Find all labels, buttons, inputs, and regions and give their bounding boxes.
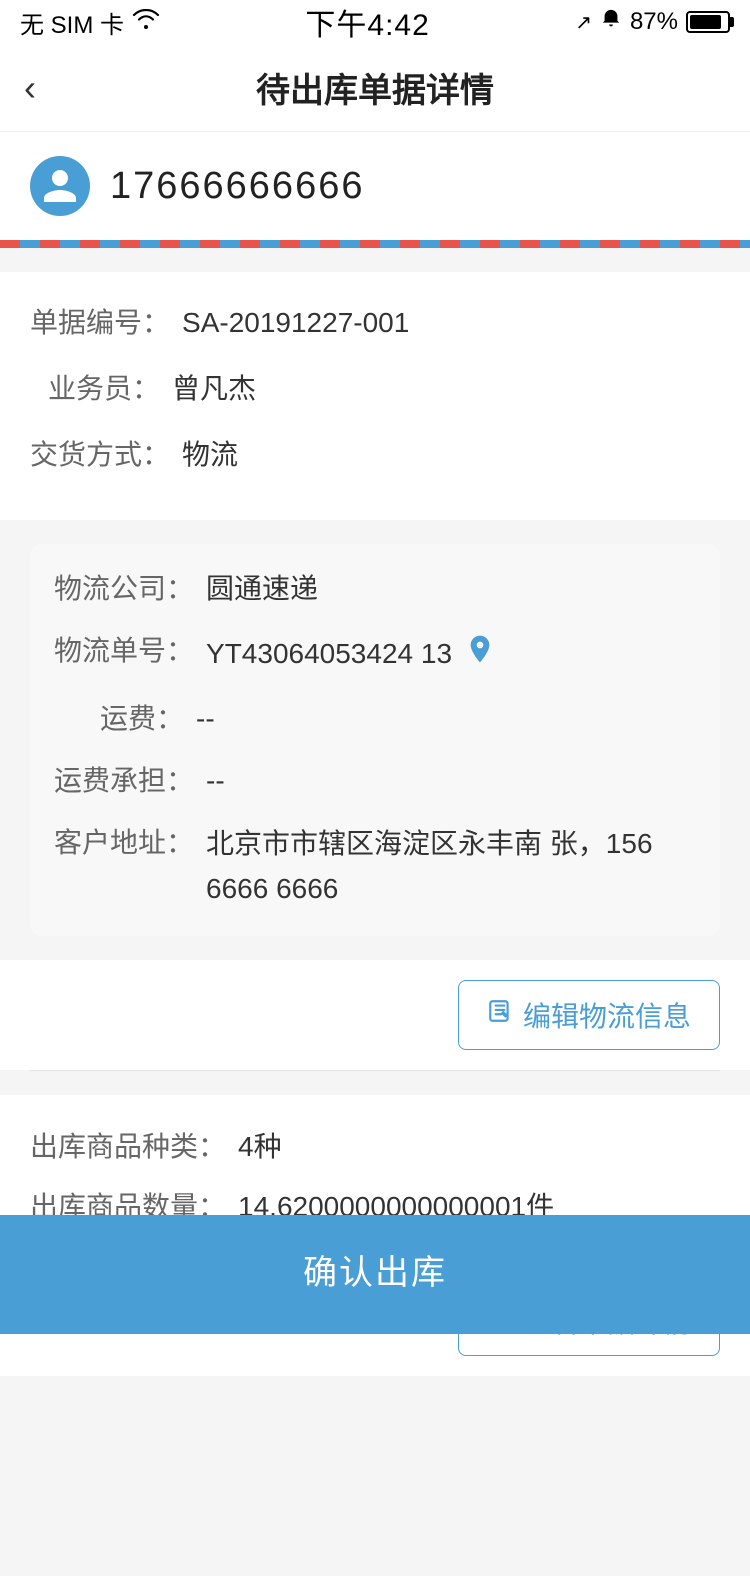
status-bar-left: 无 SIM 卡 (20, 5, 160, 40)
freight-bearer-value: -- (194, 760, 696, 802)
logistics-company-row: 物流公司： 圆通速递 (54, 568, 696, 610)
wifi-icon (132, 9, 160, 35)
order-no-row: 单据编号： SA-20191227-001 (30, 302, 720, 344)
salesman-label: 业务员： (30, 368, 160, 410)
status-bar-right: ↗ 87% (575, 8, 730, 37)
goods-type-row: 出库商品种类： 4种 (30, 1125, 720, 1165)
order-no-value: SA-20191227-001 (170, 302, 720, 344)
delivery-value: 物流 (170, 434, 720, 476)
status-bar: 无 SIM 卡 下午4:42 ↗ 87% (0, 0, 750, 44)
user-section: 17666666666 (0, 132, 750, 240)
alarm-icon (600, 8, 622, 37)
tracking-no-label: 物流单号： (54, 630, 194, 672)
back-button[interactable]: ‹ (24, 67, 36, 109)
avatar (30, 156, 90, 216)
goods-type-value: 4种 (226, 1125, 282, 1165)
tracking-no-text: YT43064053424 13 (206, 633, 452, 675)
logistics-company-value: 圆通速递 (194, 568, 696, 610)
dashed-divider (0, 240, 750, 248)
battery-text: 87% (630, 8, 678, 36)
freight-text: -- (196, 698, 215, 740)
freight-bearer-row: 运费承担： -- (54, 760, 696, 802)
address-row: 客户地址： 北京市市辖区海淀区永丰南 张，156 6666 6666 (54, 822, 696, 912)
location-arrow-icon: ↗ (575, 10, 592, 35)
tracking-no-row: 物流单号： YT43064053424 13 (54, 630, 696, 678)
freight-row: 运费： -- (54, 698, 696, 740)
edit-btn-row: 编辑物流信息 (0, 960, 750, 1070)
battery-fill (690, 15, 721, 29)
location-pin-icon[interactable] (464, 630, 496, 678)
battery-icon (686, 11, 730, 33)
goods-type-label: 出库商品种类： (30, 1125, 226, 1165)
confirm-outbound-button[interactable]: 确认出库 (0, 1235, 750, 1304)
edit-icon (487, 998, 513, 1031)
delivery-row: 交货方式： 物流 (30, 434, 720, 476)
carrier-text: 无 SIM 卡 (20, 5, 124, 40)
freight-value: -- (184, 698, 696, 740)
order-info-section: 单据编号： SA-20191227-001 业务员： 曾凡杰 交货方式： 物流 (0, 272, 750, 520)
address-value: 北京市市辖区海淀区永丰南 张，156 6666 6666 (194, 822, 696, 912)
logistics-company-label: 物流公司： (54, 568, 194, 610)
salesman-value: 曾凡杰 (160, 368, 720, 410)
page-title: 待出库单据详情 (256, 63, 494, 112)
user-icon (40, 166, 80, 206)
freight-bearer-label: 运费承担： (54, 760, 194, 802)
time-display: 下午4:42 (305, 0, 429, 44)
order-no-label: 单据编号： (30, 302, 170, 344)
edit-logistics-label: 编辑物流信息 (523, 995, 691, 1035)
address-label: 客户地址： (54, 822, 194, 864)
logistics-card: 物流公司： 圆通速递 物流单号： YT43064053424 13 运费： --… (30, 544, 720, 936)
address-text: 北京市市辖区海淀区永丰南 张，156 6666 6666 (206, 822, 696, 912)
salesman-row: 业务员： 曾凡杰 (30, 368, 720, 410)
nav-bar: ‹ 待出库单据详情 (0, 44, 750, 132)
section-divider (30, 1070, 720, 1071)
user-phone: 17666666666 (110, 165, 364, 208)
content-spacer (0, 1376, 750, 1576)
tracking-no-value: YT43064053424 13 (194, 630, 696, 678)
logistics-company-text: 圆通速递 (206, 568, 318, 610)
freight-label: 运费： (54, 698, 184, 740)
freight-bearer-text: -- (206, 760, 225, 802)
delivery-label: 交货方式： (30, 434, 170, 476)
confirm-btn-area: 确认出库 (0, 1215, 750, 1334)
edit-logistics-button[interactable]: 编辑物流信息 (458, 980, 720, 1050)
